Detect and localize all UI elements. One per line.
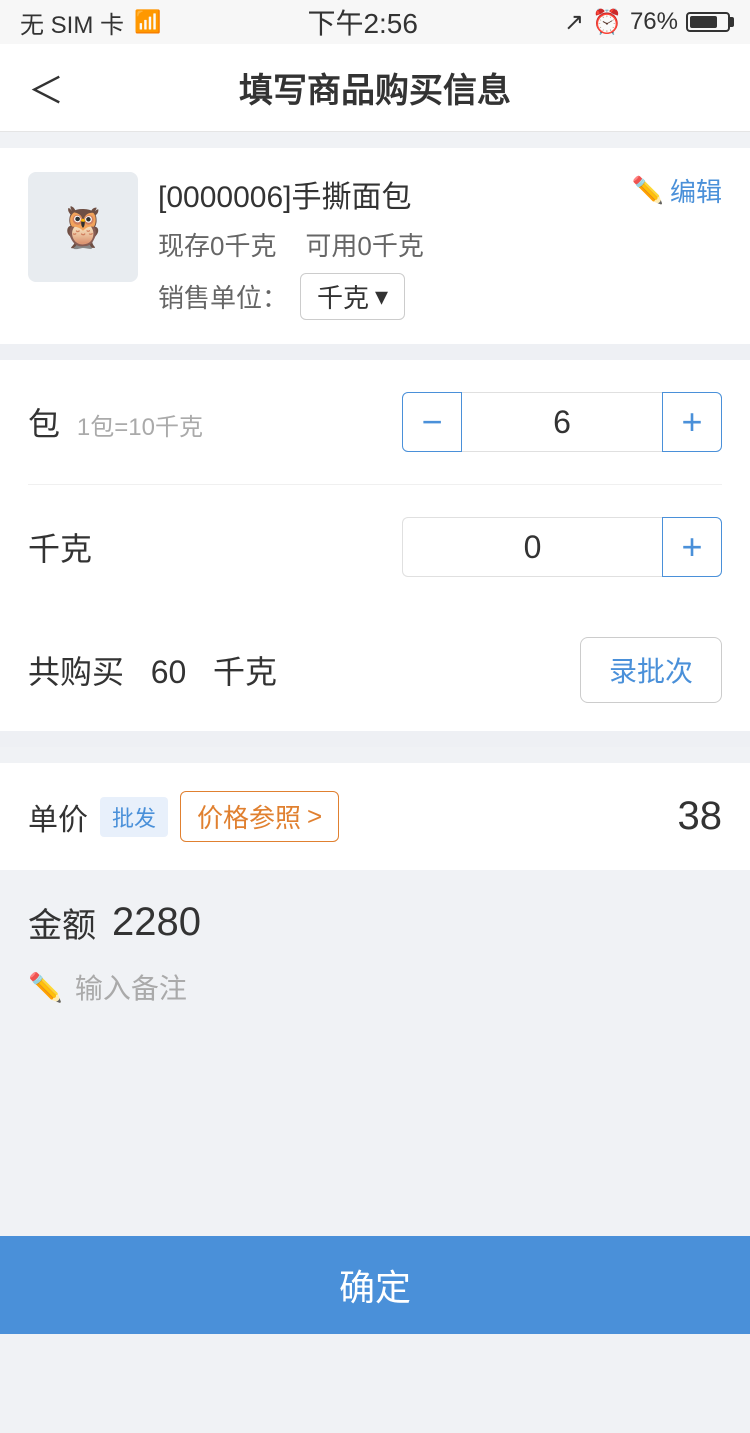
bag-plus-button[interactable]: +	[662, 392, 722, 452]
edit-label: 编辑	[670, 172, 722, 209]
confirm-label: 确定	[339, 1259, 411, 1311]
pencil-icon: ✏️	[28, 971, 63, 1004]
price-section: 单价 批发 价格参照 > 38	[0, 763, 750, 870]
battery-icon	[686, 12, 730, 32]
total-batch-section: 共购买 60 千克 录批次	[0, 609, 750, 731]
total-unit: 千克	[213, 654, 277, 690]
product-thumbnail: 🦉	[28, 172, 138, 282]
kg-quantity-input[interactable]	[402, 517, 662, 577]
nav-bar: ＜ 填写商品购买信息	[0, 44, 750, 132]
amount-value: 2280	[112, 900, 201, 945]
product-stock: 现存0千克 可用0千克	[158, 226, 722, 263]
carrier-label: 无 SIM 卡	[20, 5, 124, 40]
status-right: ↗ ⏰ 76%	[564, 8, 730, 37]
unit-value: 千克	[317, 278, 369, 315]
batch-tag: 批发	[100, 797, 168, 837]
batch-button[interactable]: 录批次	[580, 637, 722, 703]
bag-hint: 1包=10千克	[77, 414, 203, 441]
bag-quantity-input[interactable]	[462, 392, 662, 452]
note-row[interactable]: ✏️ 输入备注	[28, 967, 722, 1007]
kg-qty-control: +	[402, 517, 722, 577]
stock-available: 可用0千克	[305, 231, 423, 261]
bag-minus-button[interactable]: −	[402, 392, 462, 452]
bag-quantity-row: 包 1包=10千克 − +	[28, 360, 722, 485]
chevron-down-icon: ▾	[375, 281, 388, 312]
product-name: [0000006]手撕面包	[158, 172, 411, 216]
divider-2	[0, 731, 750, 747]
edit-button[interactable]: ✏️ 编辑	[632, 172, 722, 209]
alarm-icon: ⏰	[592, 8, 622, 37]
unit-label: 销售单位：	[158, 278, 288, 315]
note-placeholder: 输入备注	[75, 967, 187, 1007]
status-time: 下午2:56	[307, 2, 418, 42]
product-thumb-icon: 🦉	[58, 204, 108, 251]
price-reference-button[interactable]: 价格参照 >	[180, 791, 339, 842]
price-ref-label: 价格参照	[197, 798, 301, 835]
amount-row: 金额 2280	[28, 898, 722, 947]
product-card: 🦉 [0000006]手撕面包 ✏️ 编辑 现存0千克 可用0千克 销售单位： …	[0, 148, 750, 344]
product-unit-row: 销售单位： 千克 ▾	[158, 273, 722, 320]
back-button[interactable]: ＜	[28, 62, 64, 114]
stock-current: 现存0千克	[158, 231, 276, 261]
divider-1	[0, 344, 750, 360]
status-bar: 无 SIM 卡 📶 下午2:56 ↗ ⏰ 76%	[0, 0, 750, 44]
battery-percent: 76%	[630, 8, 678, 36]
page-title: 填写商品购买信息	[239, 63, 511, 112]
total-prefix: 共购买	[28, 654, 124, 690]
kg-label: 千克	[28, 524, 402, 570]
location-icon: ↗	[564, 8, 584, 37]
wifi-icon: 📶	[134, 9, 161, 35]
price-value: 38	[678, 794, 723, 839]
quantity-section: 包 1包=10千克 − + 千克 +	[0, 360, 750, 609]
unit-dropdown[interactable]: 千克 ▾	[300, 273, 405, 320]
status-left: 无 SIM 卡 📶	[20, 5, 161, 40]
bag-label: 包 1包=10千克	[28, 399, 402, 445]
amount-label: 金额	[28, 898, 96, 947]
product-info: [0000006]手撕面包 ✏️ 编辑 现存0千克 可用0千克 销售单位： 千克…	[158, 172, 722, 320]
amount-section: 金额 2280 ✏️ 输入备注	[0, 870, 750, 1035]
total-amount: 60	[151, 654, 187, 690]
bag-qty-control: − +	[402, 392, 722, 452]
edit-icon: ✏️	[632, 175, 664, 206]
price-label: 单价	[28, 795, 88, 839]
kg-quantity-row: 千克 +	[28, 485, 722, 609]
total-text: 共购买 60 千克	[28, 647, 277, 693]
kg-plus-button[interactable]: +	[662, 517, 722, 577]
confirm-button[interactable]: 确定	[0, 1236, 750, 1334]
price-ref-arrow: >	[307, 801, 322, 832]
